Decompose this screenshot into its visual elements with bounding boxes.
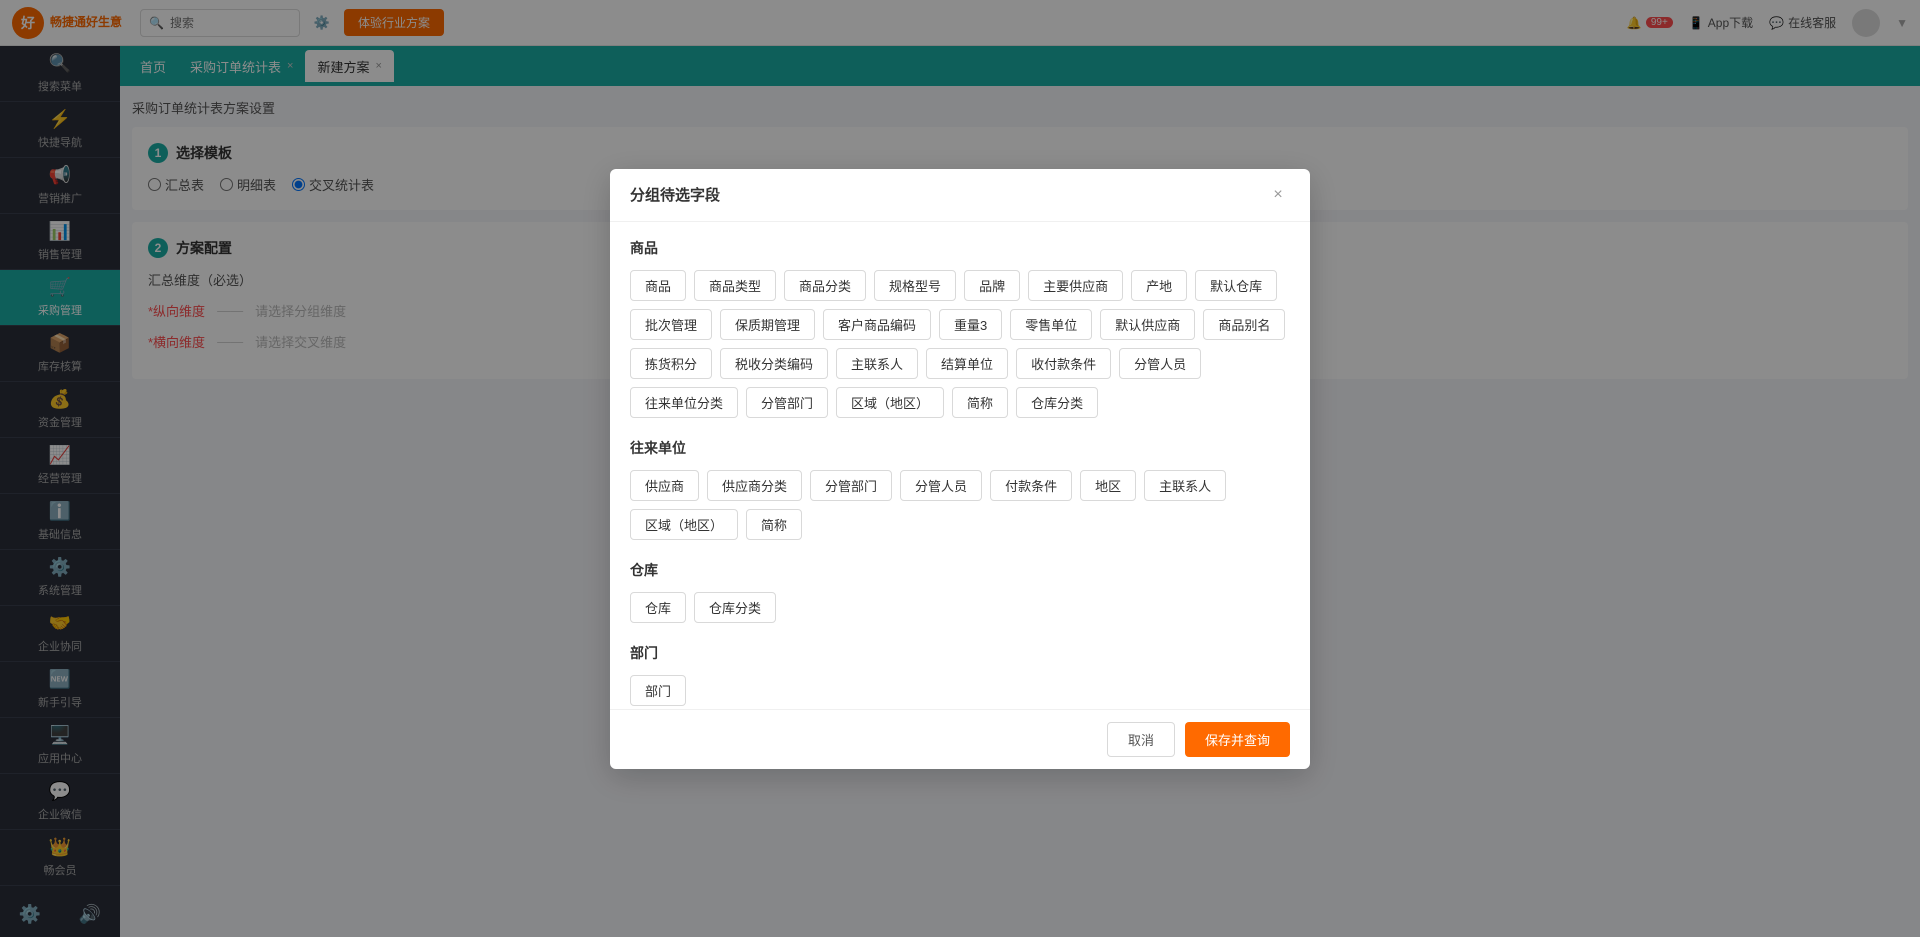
field-tag-3-0[interactable]: 部门 [630, 675, 686, 706]
modal-title: 分组待选字段 [630, 184, 720, 205]
field-tags-1: 供应商供应商分类分管部门分管人员付款条件地区主联系人区域（地区） 简称 [630, 470, 1290, 540]
field-tag-0-23[interactable]: 区域（地区） [836, 387, 944, 418]
field-tags-2: 仓库仓库分类 [630, 592, 1290, 623]
field-tag-0-7[interactable]: 默认仓库 [1195, 270, 1277, 301]
field-tag-0-22[interactable]: 分管部门 [746, 387, 828, 418]
field-tag-1-0[interactable]: 供应商 [630, 470, 699, 501]
field-tag-0-21[interactable]: 往来单位分类 [630, 387, 738, 418]
field-tag-0-9[interactable]: 保质期管理 [720, 309, 815, 340]
field-section-2: 仓库仓库仓库分类 [630, 560, 1290, 623]
modal-close-button[interactable]: × [1266, 183, 1290, 207]
field-tag-0-25[interactable]: 仓库分类 [1016, 387, 1098, 418]
field-tags-3: 部门 [630, 675, 1290, 706]
field-tag-1-5[interactable]: 地区 [1080, 470, 1136, 501]
field-tag-0-20[interactable]: 分管人员 [1119, 348, 1201, 379]
field-tag-1-4[interactable]: 付款条件 [990, 470, 1072, 501]
field-tag-0-12[interactable]: 零售单位 [1010, 309, 1092, 340]
field-tag-0-19[interactable]: 收付款条件 [1016, 348, 1111, 379]
field-tag-2-0[interactable]: 仓库 [630, 592, 686, 623]
field-tag-0-2[interactable]: 商品分类 [784, 270, 866, 301]
field-tag-0-14[interactable]: 商品别名 [1203, 309, 1285, 340]
field-tag-1-8[interactable]: 简称 [746, 509, 802, 540]
field-section-title-3: 部门 [630, 643, 1290, 663]
field-tag-0-16[interactable]: 税收分类编码 [720, 348, 828, 379]
field-tag-1-3[interactable]: 分管人员 [900, 470, 982, 501]
modal-body: 商品商品商品类型商品分类规格型号品牌主要供应商产地默认仓库批次管理保质期管理客户… [610, 222, 1310, 709]
field-tag-1-6[interactable]: 主联系人 [1144, 470, 1226, 501]
field-tag-0-13[interactable]: 默认供应商 [1100, 309, 1195, 340]
field-tag-0-6[interactable]: 产地 [1131, 270, 1187, 301]
field-tag-0-1[interactable]: 商品类型 [694, 270, 776, 301]
field-tag-0-15[interactable]: 拣货积分 [630, 348, 712, 379]
modal-header: 分组待选字段 × [610, 169, 1310, 222]
field-tag-0-17[interactable]: 主联系人 [836, 348, 918, 379]
field-tag-1-1[interactable]: 供应商分类 [707, 470, 802, 501]
field-tag-0-18[interactable]: 结算单位 [926, 348, 1008, 379]
field-tag-0-11[interactable]: 重量3 [939, 309, 1002, 340]
field-section-title-1: 往来单位 [630, 438, 1290, 458]
modal-footer: 取消 保存并查询 [610, 709, 1310, 769]
field-tag-0-0[interactable]: 商品 [630, 270, 686, 301]
field-tag-0-24[interactable]: 简称 [952, 387, 1008, 418]
field-tag-2-1[interactable]: 仓库分类 [694, 592, 776, 623]
field-tag-0-10[interactable]: 客户商品编码 [823, 309, 931, 340]
field-section-0: 商品商品商品类型商品分类规格型号品牌主要供应商产地默认仓库批次管理保质期管理客户… [630, 238, 1290, 418]
modal-overlay: 分组待选字段 × 商品商品商品类型商品分类规格型号品牌主要供应商产地默认仓库批次… [0, 0, 1920, 937]
field-tag-0-5[interactable]: 主要供应商 [1028, 270, 1123, 301]
field-section-1: 往来单位供应商供应商分类分管部门分管人员付款条件地区主联系人区域（地区） 简称 [630, 438, 1290, 540]
field-tag-0-8[interactable]: 批次管理 [630, 309, 712, 340]
field-tags-0: 商品商品类型商品分类规格型号品牌主要供应商产地默认仓库批次管理保质期管理客户商品… [630, 270, 1290, 418]
field-select-modal: 分组待选字段 × 商品商品商品类型商品分类规格型号品牌主要供应商产地默认仓库批次… [610, 169, 1310, 769]
field-tag-0-3[interactable]: 规格型号 [874, 270, 956, 301]
field-tag-0-4[interactable]: 品牌 [964, 270, 1020, 301]
field-section-title-2: 仓库 [630, 560, 1290, 580]
cancel-button[interactable]: 取消 [1107, 722, 1175, 757]
field-tag-1-7[interactable]: 区域（地区） [630, 509, 738, 540]
confirm-button[interactable]: 保存并查询 [1185, 722, 1290, 757]
field-tag-1-2[interactable]: 分管部门 [810, 470, 892, 501]
field-section-3: 部门部门 [630, 643, 1290, 706]
field-section-title-0: 商品 [630, 238, 1290, 258]
